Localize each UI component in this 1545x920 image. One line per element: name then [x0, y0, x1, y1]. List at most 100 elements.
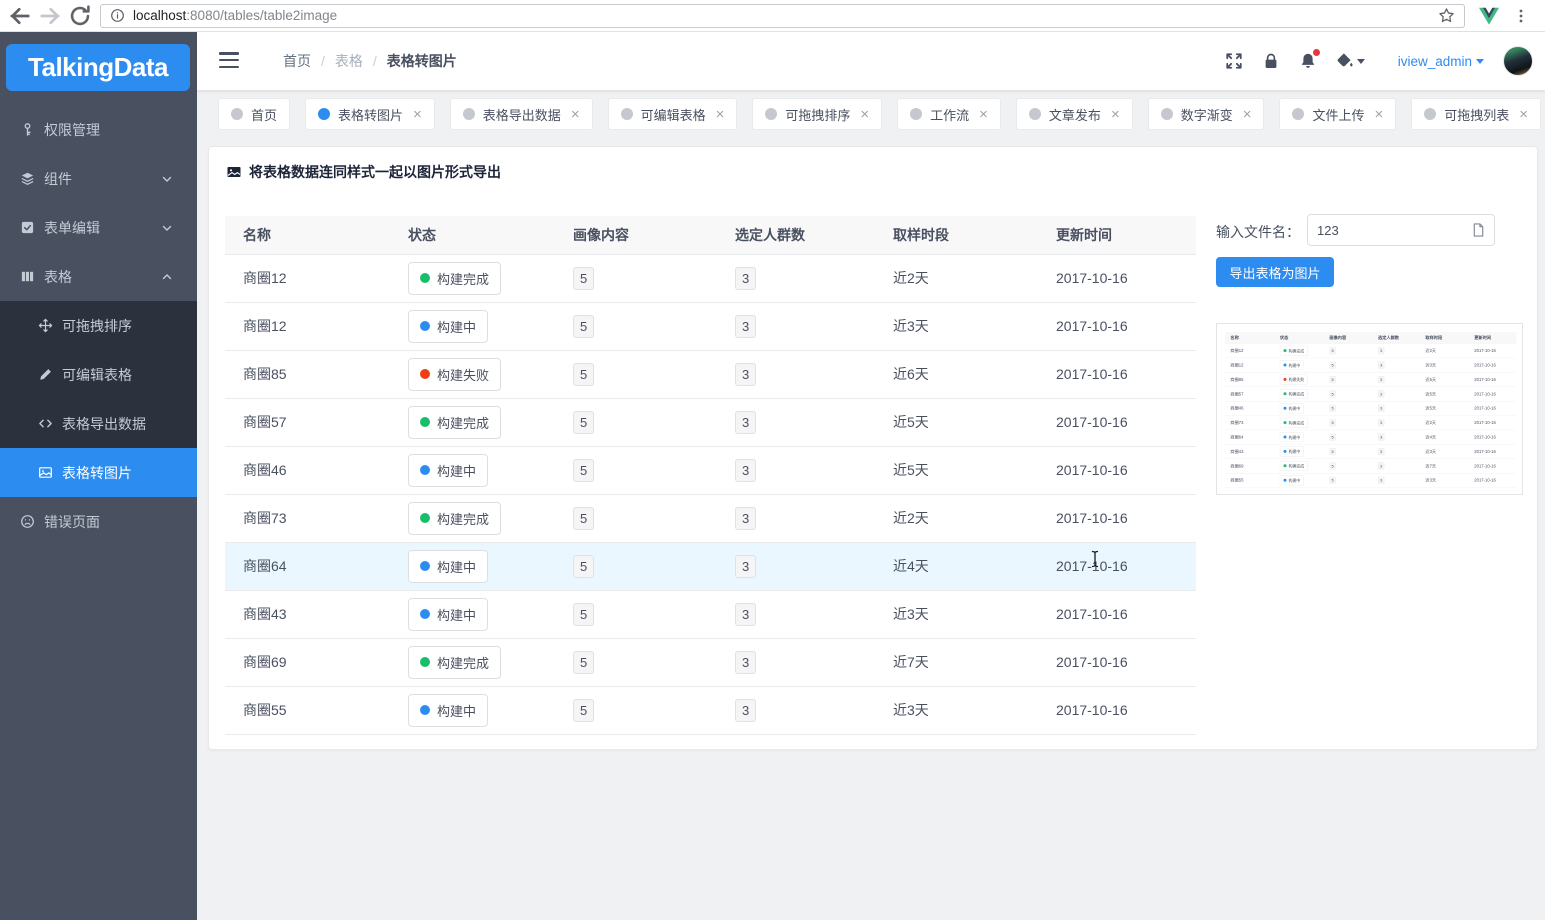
vue-devtools-icon[interactable]: [1479, 7, 1499, 25]
people-count-box: 3: [735, 602, 757, 626]
cell-period: 近7天: [875, 638, 1038, 687]
tab-可编辑表格[interactable]: 可编辑表格 ×: [607, 98, 738, 130]
table-row[interactable]: 商圈55 构建中 5 3 近3天 2017-10-16: [225, 686, 1196, 735]
cell-portrait: 5: [1324, 473, 1373, 488]
tab-可拖拽列表[interactable]: 可拖拽列表 ×: [1411, 98, 1542, 130]
cell-people: 3: [717, 254, 875, 303]
app-logo[interactable]: TalkingData: [6, 44, 190, 91]
sidebar-item-error-pages[interactable]: 错误页面: [0, 497, 197, 546]
export-image-button[interactable]: 导出表格为图片: [1216, 257, 1334, 287]
browser-refresh-button[interactable]: [68, 4, 92, 28]
status-badge[interactable]: 构建中: [408, 597, 489, 631]
status-text: 构建中: [437, 607, 477, 623]
bookmark-star-icon[interactable]: [1438, 7, 1455, 24]
sidebar-item-components[interactable]: 组件: [0, 154, 197, 203]
table-row[interactable]: 商圈73 构建完成 5 3 近2天 2017-10-16: [225, 494, 1196, 543]
bell-icon[interactable]: [1299, 49, 1320, 70]
tab-文件上传[interactable]: 文件上传 ×: [1279, 98, 1397, 130]
status-badge: 构建中: [1279, 360, 1304, 370]
status-text: 构建失败: [437, 367, 490, 383]
tab-close-icon[interactable]: ×: [1519, 107, 1528, 122]
breadcrumb-tables[interactable]: 表格: [335, 51, 363, 71]
tab-文章发布[interactable]: 文章发布 ×: [1015, 98, 1133, 130]
cell-status: 构建完成: [390, 254, 555, 303]
address-bar[interactable]: localhost:8080/tables/table2image: [100, 3, 1465, 28]
cell-period: 近5天: [1420, 386, 1469, 402]
tab-label: 可拖拽列表: [1444, 107, 1510, 123]
tab-工作流[interactable]: 工作流 ×: [897, 98, 1001, 130]
cell-status: 构建中: [390, 590, 555, 639]
tab-close-icon[interactable]: ×: [716, 107, 725, 122]
status-badge[interactable]: 构建完成: [408, 261, 502, 295]
table-row[interactable]: 商圈12 构建完成 5 3 近2天 2017-10-16: [225, 254, 1196, 303]
cell-portrait: 5: [555, 686, 717, 735]
lock-icon[interactable]: [1262, 52, 1280, 70]
browser-back-button[interactable]: [8, 4, 32, 28]
sidebar-item-editable-table[interactable]: 可编辑表格: [0, 350, 197, 399]
cell-people: 3: [1372, 372, 1420, 387]
avatar[interactable]: [1503, 46, 1533, 76]
cell-name: 商圈57: [1225, 386, 1275, 402]
tab-close-icon[interactable]: ×: [413, 107, 422, 122]
sidebar-item-table-to-image[interactable]: 表格转图片: [0, 448, 197, 497]
status-text: 构建完成: [1288, 420, 1305, 426]
user-menu[interactable]: iview_admin: [1398, 54, 1484, 69]
tab-可拖拽排序[interactable]: 可拖拽排序 ×: [752, 98, 883, 130]
cell-name: 商圈57: [225, 398, 390, 447]
status-badge[interactable]: 构建完成: [408, 405, 502, 439]
tab-close-icon[interactable]: ×: [979, 107, 988, 122]
status-badge[interactable]: 构建完成: [408, 645, 502, 679]
cell-portrait: 5: [1324, 401, 1373, 416]
status-badge[interactable]: 构建完成: [408, 501, 502, 535]
table-row[interactable]: 商圈12 构建中 5 3 近3天 2017-10-16: [225, 302, 1196, 351]
preview-table-scale: 名称 状态 画像内容 选定人群数 取样时段 更新时间 商圈12 构建完成 5 3 近2天 2017-1…: [1225, 332, 1517, 488]
table-row[interactable]: 商圈64 构建中 5 3 近4天 2017-10-16: [225, 542, 1196, 591]
sidebar-item-drag-sort[interactable]: 可拖拽排序: [0, 301, 197, 350]
table-row[interactable]: 商圈46 构建中 5 3 近5天 2017-10-16: [225, 446, 1196, 495]
sidebar-item-tables[interactable]: 表格: [0, 252, 197, 301]
tab-close-icon[interactable]: ×: [571, 107, 580, 122]
filename-input[interactable]: [1307, 214, 1495, 246]
status-badge[interactable]: 构建失败: [408, 357, 502, 391]
status-badge[interactable]: 构建中: [408, 693, 489, 727]
people-count-box: 3: [735, 314, 757, 338]
cell-name: 商圈12: [1225, 343, 1275, 358]
tab-close-icon[interactable]: ×: [1111, 107, 1120, 122]
cell-updated: 2017-10-16: [1468, 343, 1517, 358]
table-row: 商圈12 构建完成 5 3 近2天 2017-10-16: [1225, 343, 1517, 358]
theme-switcher[interactable]: [1336, 52, 1365, 70]
table-row[interactable]: 商圈57 构建完成 5 3 近5天 2017-10-16: [225, 398, 1196, 447]
sidebar-item-export-data[interactable]: 表格导出数据: [0, 399, 197, 448]
tab-首页[interactable]: 首页: [218, 98, 291, 130]
cell-portrait: 5: [1324, 415, 1373, 430]
sidebar-item-label: 组件: [44, 170, 72, 187]
status-text: 构建中: [1288, 435, 1301, 440]
sidebar-item-permissions[interactable]: 权限管理: [0, 105, 197, 154]
tab-close-icon[interactable]: ×: [1243, 107, 1252, 122]
status-badge[interactable]: 构建中: [408, 453, 489, 487]
portrait-count-box: 5: [1329, 404, 1336, 412]
fullscreen-icon[interactable]: [1225, 52, 1243, 70]
tab-close-icon[interactable]: ×: [860, 107, 869, 122]
tab-数字渐变[interactable]: 数字渐变 ×: [1147, 98, 1265, 130]
breadcrumb-home[interactable]: 首页: [283, 51, 311, 71]
cell-period: 近2天: [1420, 343, 1469, 358]
tab-state-dot-icon: [462, 108, 475, 120]
page-info-icon[interactable]: [110, 8, 125, 23]
table-row[interactable]: 商圈85 构建失败 5 3 近6天 2017-10-16: [225, 350, 1196, 399]
status-badge[interactable]: 构建中: [408, 549, 489, 583]
status-badge[interactable]: 构建中: [408, 309, 489, 343]
tab-表格导出数据[interactable]: 表格导出数据 ×: [449, 98, 593, 130]
browser-forward-button[interactable]: [38, 4, 62, 28]
sidebar-toggle-button[interactable]: [219, 52, 239, 68]
tab-close-icon[interactable]: ×: [1375, 107, 1384, 122]
table-row[interactable]: 商圈69 构建完成 5 3 近7天 2017-10-16: [225, 638, 1196, 687]
tab-表格转图片[interactable]: 表格转图片 ×: [305, 98, 435, 130]
browser-menu-icon[interactable]: [1513, 8, 1529, 24]
status-text: 构建中: [437, 703, 477, 719]
sidebar-item-form-edit[interactable]: 表单编辑: [0, 203, 197, 252]
card-title-text: 将表格数据连同样式一起以图片形式导出: [249, 164, 501, 180]
tab-state-dot-icon: [231, 108, 243, 120]
status-text: 构建完成: [437, 271, 490, 287]
table-row[interactable]: 商圈43 构建中 5 3 近3天 2017-10-16: [225, 590, 1196, 639]
